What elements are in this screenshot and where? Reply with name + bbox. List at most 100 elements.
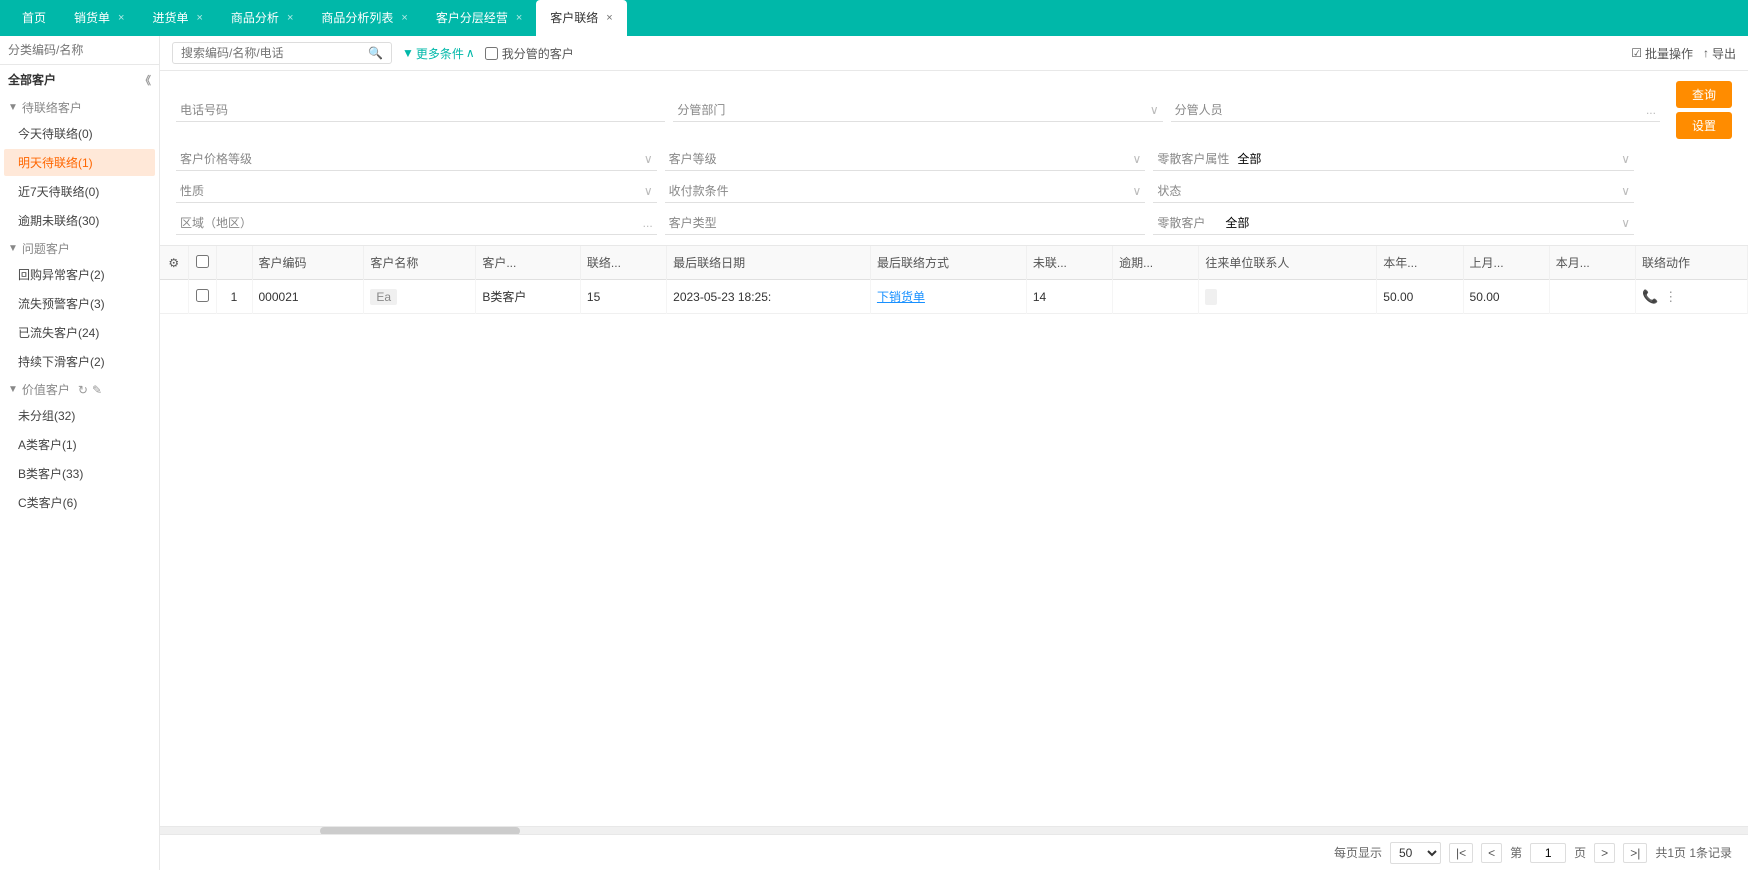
- close-customer-layering-icon[interactable]: ×: [516, 0, 522, 36]
- select-all-checkbox[interactable]: [196, 255, 209, 268]
- filter-actions: 查询 设置: [1676, 81, 1732, 139]
- customer-level-field: 客户等级 ∨: [665, 147, 1146, 171]
- export-btn[interactable]: ↑ 导出: [1703, 45, 1736, 62]
- nav-sales-order[interactable]: 销货单 ×: [60, 0, 138, 36]
- sidebar-item-repurchase-abnormal[interactable]: 回购异常客户(2): [4, 261, 155, 288]
- row-contact: 15: [580, 280, 666, 314]
- edit-icon[interactable]: ✎: [92, 383, 102, 397]
- group-pending-contact[interactable]: ▼ 待联络客户: [0, 94, 159, 119]
- last-page-btn[interactable]: >|: [1623, 843, 1647, 863]
- close-customer-contact-icon[interactable]: ×: [606, 0, 612, 36]
- close-sales-order-icon[interactable]: ×: [118, 0, 124, 36]
- scatter-customer-arrow[interactable]: ∨: [1621, 216, 1630, 230]
- phone-input[interactable]: [244, 103, 661, 117]
- row-this-year: 50.00: [1377, 280, 1463, 314]
- nature-arrow[interactable]: ∨: [644, 184, 653, 198]
- nav-customer-layering[interactable]: 客户分层经营 ×: [422, 0, 536, 36]
- filter-bar: 🔍 ▼ 更多条件 ∧ 我分管的客户 ☑ 批量操作 ↑ 导出: [160, 36, 1748, 71]
- sidebar-item-loss-warning[interactable]: 流失预警客户(3): [4, 290, 155, 317]
- sidebar-item-a-customers[interactable]: A类客户(1): [4, 431, 155, 458]
- manager-dots[interactable]: ...: [1646, 103, 1656, 117]
- dept-field: 分管部门 ∨: [673, 98, 1162, 122]
- my-customers-check[interactable]: [485, 47, 498, 60]
- group-value-customers[interactable]: ▼ 价值客户 ↻ ✎: [0, 376, 159, 401]
- filter-search-input[interactable]: [181, 46, 364, 60]
- sidebar-item-overdue-contact[interactable]: 逾期未联络(30): [4, 207, 155, 234]
- refresh-icon[interactable]: ↻: [78, 383, 88, 397]
- scatter-customer-value: 全部: [1225, 214, 1249, 231]
- group-problem-customers[interactable]: ▼ 问题客户: [0, 235, 159, 260]
- my-customers-checkbox[interactable]: 我分管的客户: [485, 45, 574, 62]
- filter-search-box: 🔍: [172, 42, 392, 64]
- filter-search-icon[interactable]: 🔍: [368, 46, 383, 60]
- row-last-month: 50.00: [1463, 280, 1549, 314]
- nav-purchase-order[interactable]: 进货单 ×: [138, 0, 216, 36]
- sidebar-item-7day-contact[interactable]: 近7天待联络(0): [4, 178, 155, 205]
- row-select-checkbox[interactable]: [196, 289, 209, 302]
- collapse-icon: 《: [140, 72, 151, 88]
- customer-level-arrow[interactable]: ∨: [1133, 152, 1142, 166]
- sidebar-item-lost-customers[interactable]: 已流失客户(24): [4, 319, 155, 346]
- sidebar-search-input[interactable]: [8, 43, 160, 57]
- batch-op-btn[interactable]: ☑ 批量操作: [1631, 45, 1693, 62]
- sidebar-item-declining-customers[interactable]: 持续下滑客户(2): [4, 348, 155, 375]
- nav-home[interactable]: 首页: [8, 0, 60, 36]
- top-nav: 首页 销货单 × 进货单 × 商品分析 × 商品分析列表 × 客户分层经营 × …: [0, 0, 1748, 36]
- price-level-field: 客户价格等级 ∨: [176, 147, 657, 171]
- row-unit-contact: [1199, 280, 1377, 314]
- dept-dropdown-arrow[interactable]: ∨: [1150, 103, 1159, 117]
- sidebar-item-c-customers[interactable]: C类客户(6): [4, 489, 155, 516]
- page-number-input[interactable]: [1530, 843, 1566, 863]
- settings-button[interactable]: 设置: [1676, 112, 1732, 139]
- col-header-no: [216, 246, 252, 280]
- per-page-label: 每页显示: [1334, 844, 1382, 861]
- prev-page-btn[interactable]: <: [1481, 843, 1502, 863]
- query-button[interactable]: 查询: [1676, 81, 1732, 108]
- region-field: 区域（地区） ...: [176, 211, 657, 235]
- manager-label: 分管人员: [1175, 101, 1235, 118]
- table-header-row: ⚙ 客户编码 客户名称 客户... 联络... 最后联络日期 最后联络方式 未联…: [160, 246, 1748, 280]
- phone-field: 电话号码: [176, 98, 665, 122]
- more-conditions-btn[interactable]: ▼ 更多条件 ∧: [402, 45, 475, 62]
- scatter-attr-arrow[interactable]: ∨: [1621, 152, 1630, 166]
- row-last-method[interactable]: 下销货单: [870, 280, 1026, 314]
- nav-product-analysis-list[interactable]: 商品分析列表 ×: [307, 0, 421, 36]
- close-product-analysis-list-icon[interactable]: ×: [401, 0, 407, 36]
- col-header-last-date: 最后联络日期: [667, 246, 871, 280]
- table-row: 1 000021 Ea B类客户 15 2023-05-23 18:25: 下销…: [160, 280, 1748, 314]
- scatter-attr-label: 零散客户属性: [1157, 150, 1229, 167]
- status-arrow[interactable]: ∨: [1621, 184, 1630, 198]
- col-header-code: 客户编码: [252, 246, 364, 280]
- call-action-icon[interactable]: 📞: [1642, 289, 1658, 305]
- next-page-btn[interactable]: >: [1594, 843, 1615, 863]
- price-level-arrow[interactable]: ∨: [644, 152, 653, 166]
- close-product-analysis-icon[interactable]: ×: [287, 0, 293, 36]
- manager-field: 分管人员 ...: [1171, 98, 1660, 122]
- group-value-arrow: ▼: [8, 384, 18, 395]
- scatter-customer-label: 零散客户: [1157, 214, 1217, 231]
- row-gear[interactable]: [160, 280, 188, 314]
- sidebar-search-bar: 🔍: [0, 36, 159, 65]
- row-name[interactable]: Ea: [364, 280, 476, 314]
- horizontal-scrollbar-track: [160, 826, 1748, 834]
- row-checkbox[interactable]: [188, 280, 216, 314]
- close-purchase-order-icon[interactable]: ×: [196, 0, 202, 36]
- col-header-checkbox[interactable]: [188, 246, 216, 280]
- sidebar-item-today-contact[interactable]: 今天待联络(0): [4, 120, 155, 147]
- payment-arrow[interactable]: ∨: [1133, 184, 1142, 198]
- more-action-icon[interactable]: ⋮: [1664, 289, 1677, 305]
- sidebar-item-b-customers[interactable]: B类客户(33): [4, 460, 155, 487]
- nav-customer-contact[interactable]: 客户联络 ×: [536, 0, 626, 36]
- per-page-select[interactable]: 50 100: [1390, 842, 1441, 864]
- sidebar-item-tomorrow-contact[interactable]: 明天待联络(1): [4, 149, 155, 176]
- col-header-action: 联络动作: [1636, 246, 1748, 280]
- chevron-up-icon: ∧: [466, 46, 475, 60]
- nav-product-analysis[interactable]: 商品分析 ×: [217, 0, 307, 36]
- all-customers-header[interactable]: 全部客户 《: [0, 65, 159, 94]
- col-header-this-year: 本年...: [1377, 246, 1463, 280]
- col-header-gear[interactable]: ⚙: [160, 246, 188, 280]
- row-code[interactable]: 000021: [252, 280, 364, 314]
- region-dots[interactable]: ...: [643, 216, 653, 230]
- first-page-btn[interactable]: |<: [1449, 843, 1473, 863]
- sidebar-item-ungrouped[interactable]: 未分组(32): [4, 402, 155, 429]
